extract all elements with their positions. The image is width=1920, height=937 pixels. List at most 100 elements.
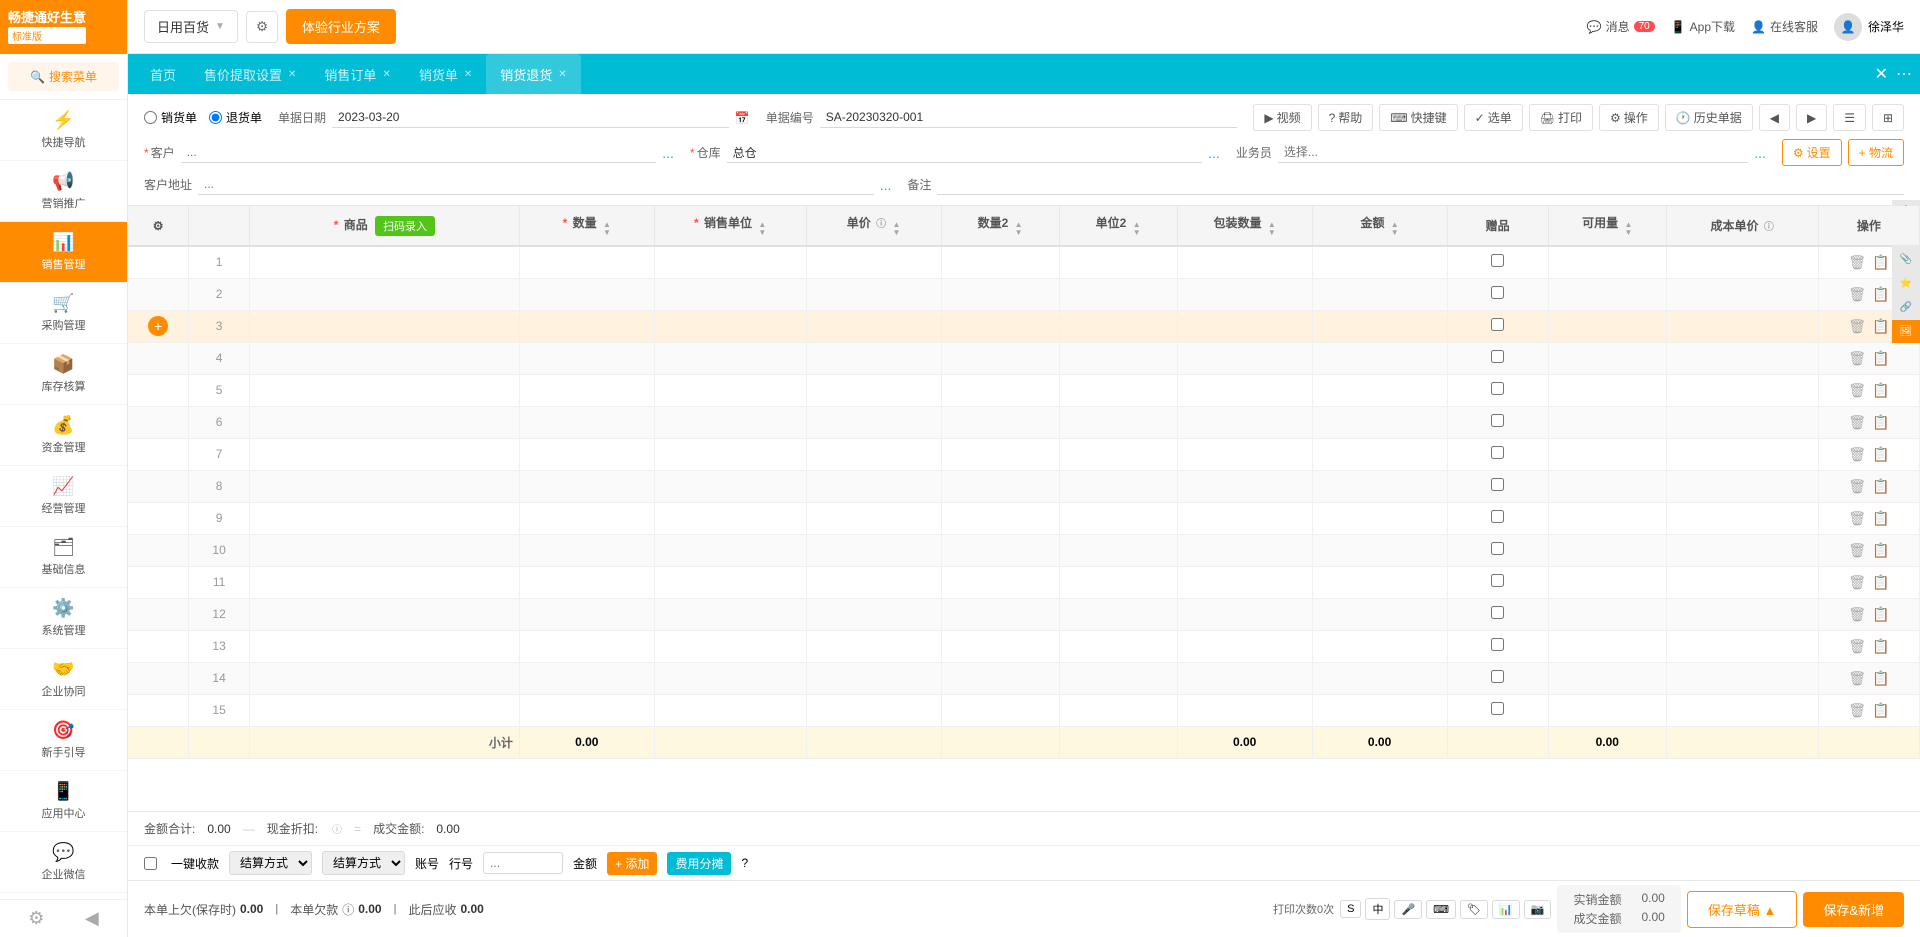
- delete-row-button[interactable]: 🗑: [1847, 253, 1867, 272]
- qty2-cell[interactable]: [941, 502, 1059, 534]
- warehouse-picker[interactable]: ...: [1208, 145, 1220, 161]
- product-cell[interactable]: [249, 470, 519, 502]
- available-cell[interactable]: [1548, 630, 1666, 662]
- product-cell[interactable]: [249, 598, 519, 630]
- scan-button[interactable]: 扫码录入: [375, 216, 435, 236]
- available-cell[interactable]: [1548, 694, 1666, 726]
- row-add-cell[interactable]: [128, 470, 189, 502]
- tab-close-icon[interactable]: ✕: [464, 69, 472, 80]
- chinese-icon-button[interactable]: 中: [1365, 898, 1390, 920]
- delete-row-button[interactable]: 🗑: [1847, 381, 1867, 400]
- price-cell[interactable]: [806, 598, 941, 630]
- app-download-button[interactable]: 📱 App下载: [1671, 18, 1735, 35]
- col-unit2[interactable]: 单位2 ▲▼: [1059, 206, 1177, 246]
- price-cell[interactable]: [806, 246, 941, 278]
- tab-sale-price[interactable]: 售价提取设置 ✕: [190, 54, 310, 94]
- module-selector[interactable]: 日用百货 ▼: [144, 10, 238, 43]
- one-click-checkbox[interactable]: [144, 857, 157, 870]
- copy-row-button[interactable]: 📋: [1871, 413, 1890, 432]
- row-add-cell[interactable]: [128, 694, 189, 726]
- tab-sale-order[interactable]: 销售订单 ✕: [310, 54, 404, 94]
- gift-checkbox[interactable]: [1491, 510, 1504, 523]
- pkg-cell[interactable]: [1177, 566, 1312, 598]
- available-cell[interactable]: [1548, 278, 1666, 310]
- gift-checkbox[interactable]: [1491, 702, 1504, 715]
- amount-cell[interactable]: [1312, 630, 1447, 662]
- price-cell[interactable]: [806, 534, 941, 566]
- product-cell[interactable]: [249, 342, 519, 374]
- qty-cell[interactable]: [519, 246, 654, 278]
- qty2-cell[interactable]: [941, 630, 1059, 662]
- unit-cell[interactable]: [654, 534, 806, 566]
- row-add-cell[interactable]: [128, 662, 189, 694]
- amount-cell[interactable]: [1312, 470, 1447, 502]
- product-input[interactable]: [256, 383, 513, 398]
- online-service-button[interactable]: 👤 在线客服: [1751, 18, 1818, 35]
- available-cell[interactable]: [1548, 566, 1666, 598]
- unit2-cell[interactable]: [1059, 438, 1177, 470]
- message-button[interactable]: 💬 消息 70: [1587, 18, 1655, 35]
- row-add-cell[interactable]: [128, 630, 189, 662]
- price-cell[interactable]: [806, 374, 941, 406]
- help-button[interactable]: ? 帮助: [1318, 104, 1374, 131]
- amount-cell[interactable]: [1312, 374, 1447, 406]
- cost-cell[interactable]: [1666, 534, 1818, 566]
- price-cell[interactable]: [806, 310, 941, 342]
- nav-next-button[interactable]: ▶: [1796, 104, 1827, 131]
- camera-button[interactable]: 📷: [1524, 900, 1552, 919]
- row-add-cell[interactable]: [128, 374, 189, 406]
- delete-row-button[interactable]: 🗑: [1847, 701, 1867, 720]
- gift-checkbox[interactable]: [1491, 606, 1504, 619]
- col-cost[interactable]: 成本单价 ⓘ: [1666, 206, 1818, 246]
- view-toggle-2[interactable]: ⊞: [1872, 104, 1904, 131]
- available-cell[interactable]: [1548, 246, 1666, 278]
- available-cell[interactable]: [1548, 534, 1666, 566]
- qty2-cell[interactable]: [941, 534, 1059, 566]
- row-add-cell[interactable]: [128, 342, 189, 374]
- shortcut-button[interactable]: ⌨ 快捷键: [1379, 104, 1457, 131]
- amount-cell[interactable]: [1312, 406, 1447, 438]
- delete-row-button[interactable]: 🗑: [1847, 413, 1867, 432]
- copy-row-button[interactable]: 📋: [1871, 637, 1890, 656]
- product-cell[interactable]: [249, 662, 519, 694]
- pkg-cell[interactable]: [1177, 598, 1312, 630]
- gift-checkbox[interactable]: [1491, 638, 1504, 651]
- address-input[interactable]: [198, 174, 874, 195]
- qty-cell[interactable]: [519, 278, 654, 310]
- gift-cell[interactable]: [1447, 310, 1548, 342]
- product-input[interactable]: [256, 543, 513, 558]
- pkg-cell[interactable]: [1177, 246, 1312, 278]
- header-settings-button[interactable]: ⚙: [246, 11, 278, 43]
- right-link-button[interactable]: 🔗: [1892, 296, 1920, 320]
- unit-cell[interactable]: [654, 374, 806, 406]
- gift-cell[interactable]: [1447, 630, 1548, 662]
- qty-cell[interactable]: [519, 406, 654, 438]
- gift-cell[interactable]: [1447, 566, 1548, 598]
- qty-cell[interactable]: [519, 438, 654, 470]
- user-info[interactable]: 👤 徐泽华: [1834, 13, 1904, 41]
- delete-row-button[interactable]: 🗑: [1847, 637, 1867, 656]
- cost-cell[interactable]: [1666, 310, 1818, 342]
- qty-cell[interactable]: [519, 534, 654, 566]
- unit-cell[interactable]: [654, 566, 806, 598]
- gift-cell[interactable]: [1447, 246, 1548, 278]
- sidebar-item-enterprise[interactable]: 🤝 企业协同: [0, 649, 127, 710]
- copy-row-button[interactable]: 📋: [1871, 285, 1890, 304]
- copy-row-button[interactable]: 📋: [1871, 349, 1890, 368]
- address-picker[interactable]: ...: [880, 177, 892, 193]
- chart-button[interactable]: 📊: [1492, 900, 1520, 919]
- calendar-icon[interactable]: 📅: [735, 111, 750, 125]
- amount-cell[interactable]: [1312, 694, 1447, 726]
- copy-row-button[interactable]: 📋: [1871, 605, 1890, 624]
- available-cell[interactable]: [1548, 598, 1666, 630]
- gift-checkbox[interactable]: [1491, 446, 1504, 459]
- customer-picker[interactable]: ...: [662, 145, 674, 161]
- print-button[interactable]: 🖨 打印: [1529, 104, 1593, 131]
- unit-cell[interactable]: [654, 406, 806, 438]
- qty-cell[interactable]: [519, 502, 654, 534]
- delete-row-button[interactable]: 🗑: [1847, 573, 1867, 592]
- sidebar-item-system[interactable]: ⚙️ 系统管理: [0, 588, 127, 649]
- nav-prev-button[interactable]: ◀: [1759, 104, 1790, 131]
- gift-cell[interactable]: [1447, 278, 1548, 310]
- save-new-button[interactable]: 保存&新增: [1803, 892, 1904, 927]
